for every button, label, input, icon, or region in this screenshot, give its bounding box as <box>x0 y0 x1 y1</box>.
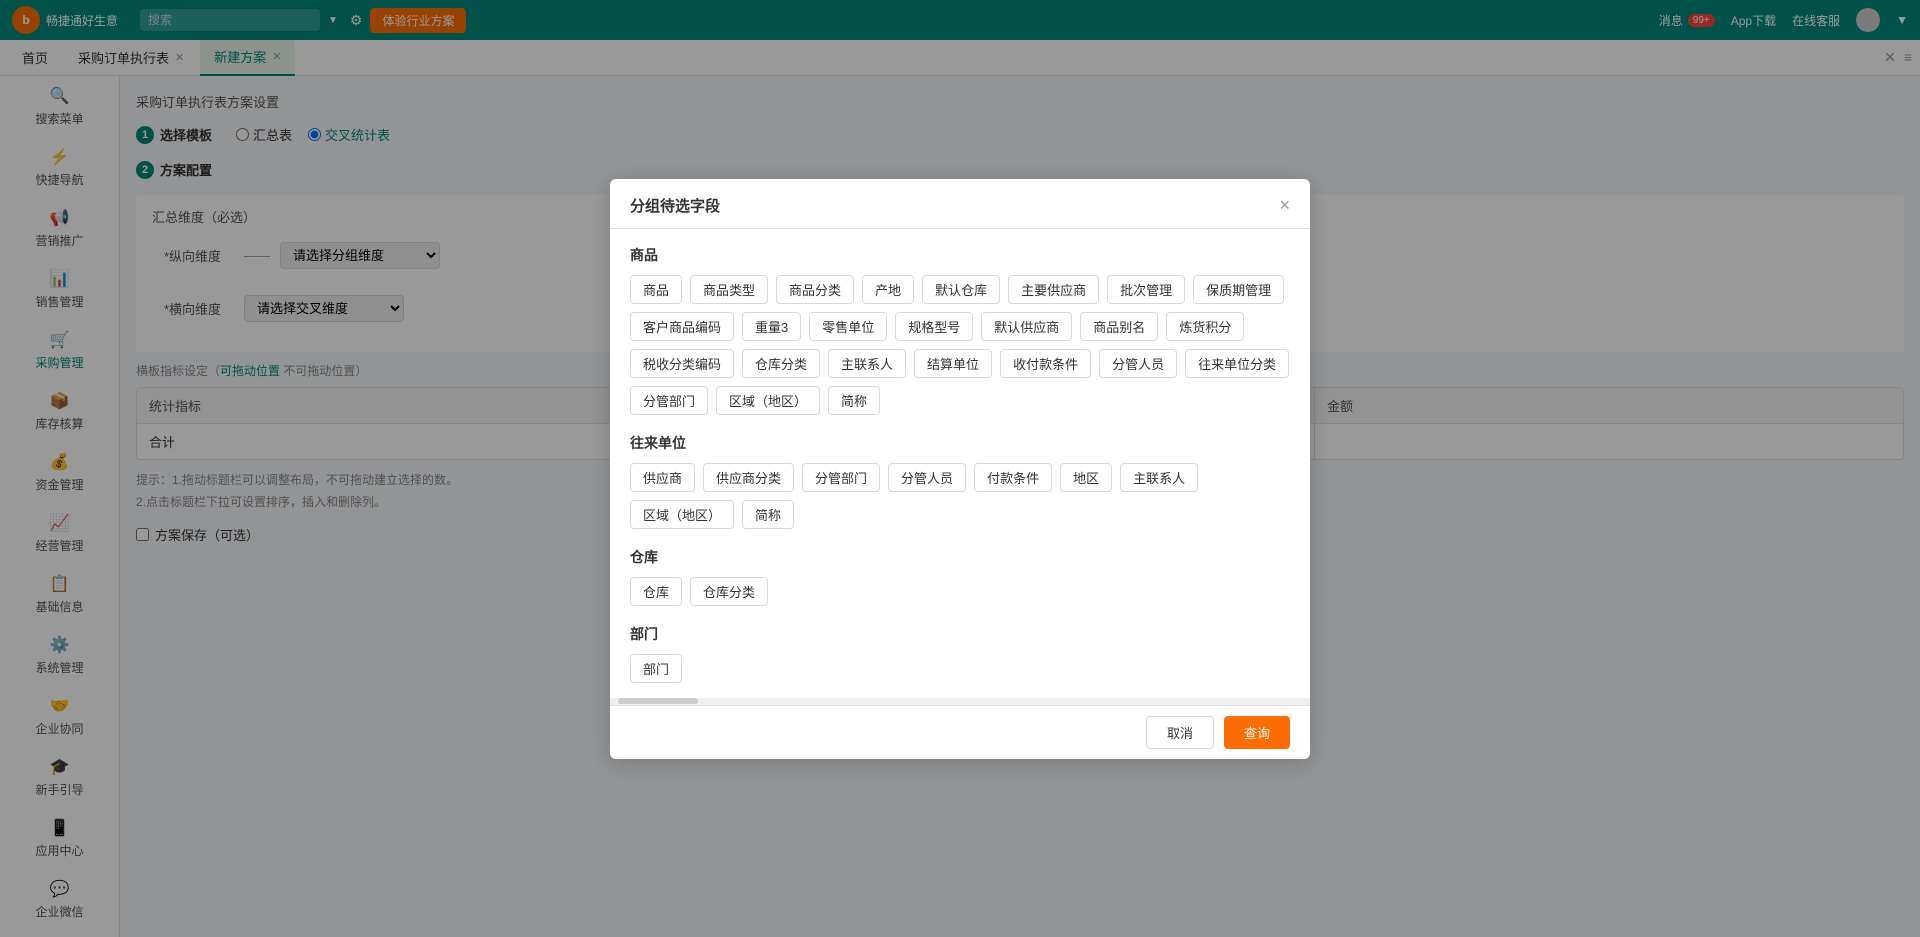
field-tag-region[interactable]: 区域（地区） <box>716 386 820 415</box>
field-group-product-title: 商品 <box>630 245 1290 265</box>
modal-dialog: 分组待选字段 × 商品 商品 商品类型 商品分类 产地 默认仓库 主要供应商 批… <box>610 179 1310 759</box>
modal-hscrollbar-thumb <box>618 698 698 704</box>
field-tag-supplier[interactable]: 供应商 <box>630 463 695 492</box>
field-tag-product-type[interactable]: 商品类型 <box>690 275 768 304</box>
field-tag-region2[interactable]: 区域（地区） <box>630 500 734 529</box>
field-tag-area[interactable]: 地区 <box>1060 463 1112 492</box>
field-tag-main-contact[interactable]: 主联系人 <box>828 349 906 378</box>
field-tag-department[interactable]: 部门 <box>630 654 682 683</box>
field-group-warehouse: 仓库 仓库 仓库分类 <box>630 547 1290 606</box>
field-tag-payment-terms[interactable]: 收付款条件 <box>1000 349 1091 378</box>
field-tag-main-contact2[interactable]: 主联系人 <box>1120 463 1198 492</box>
field-group-department-title: 部门 <box>630 624 1290 644</box>
field-tag-mgmt-dept[interactable]: 分管部门 <box>802 463 880 492</box>
field-tag-main-supplier[interactable]: 主要供应商 <box>1008 275 1099 304</box>
modal-title: 分组待选字段 <box>630 195 720 216</box>
field-tag-payment-cond[interactable]: 付款条件 <box>974 463 1052 492</box>
field-tag-short-name2[interactable]: 简称 <box>742 500 794 529</box>
modal-hscrollbar[interactable] <box>610 698 1310 705</box>
field-tag-default-supplier[interactable]: 默认供应商 <box>981 312 1072 341</box>
modal-body: 商品 商品 商品类型 商品分类 产地 默认仓库 主要供应商 批次管理 保质期管理… <box>610 229 1310 698</box>
field-tag-spec[interactable]: 规格型号 <box>895 312 973 341</box>
field-group-counterparty-title: 往来单位 <box>630 433 1290 453</box>
field-group-product: 商品 商品 商品类型 商品分类 产地 默认仓库 主要供应商 批次管理 保质期管理… <box>630 245 1290 415</box>
field-tag-dept[interactable]: 分管部门 <box>630 386 708 415</box>
field-tag-batch[interactable]: 批次管理 <box>1107 275 1185 304</box>
field-tag-mgmt-person[interactable]: 分管人员 <box>888 463 966 492</box>
field-tag-short-name[interactable]: 简称 <box>828 386 880 415</box>
field-tags-department: 部门 <box>630 654 1290 683</box>
field-tag-manager[interactable]: 分管人员 <box>1099 349 1177 378</box>
field-tags-warehouse: 仓库 仓库分类 <box>630 577 1290 606</box>
field-tag-warehouse-category[interactable]: 仓库分类 <box>690 577 768 606</box>
field-tag-customer-code[interactable]: 客户商品编码 <box>630 312 734 341</box>
cancel-button[interactable]: 取消 <box>1146 716 1214 749</box>
field-tag-counterparty-cat[interactable]: 往来单位分类 <box>1185 349 1289 378</box>
field-tag-expiry[interactable]: 保质期管理 <box>1193 275 1284 304</box>
field-tag-alias[interactable]: 商品别名 <box>1080 312 1158 341</box>
field-tag-settlement-unit[interactable]: 结算单位 <box>914 349 992 378</box>
confirm-button[interactable]: 查询 <box>1224 716 1290 749</box>
field-tag-retail-unit[interactable]: 零售单位 <box>809 312 887 341</box>
field-tag-points[interactable]: 炼货积分 <box>1166 312 1244 341</box>
modal-footer: 取消 查询 <box>610 705 1310 759</box>
field-group-counterparty: 往来单位 供应商 供应商分类 分管部门 分管人员 付款条件 地区 主联系人 区域… <box>630 433 1290 529</box>
field-tag-warehouse[interactable]: 仓库 <box>630 577 682 606</box>
field-tag-product[interactable]: 商品 <box>630 275 682 304</box>
field-tag-product-category[interactable]: 商品分类 <box>776 275 854 304</box>
field-tags-counterparty: 供应商 供应商分类 分管部门 分管人员 付款条件 地区 主联系人 区域（地区） … <box>630 463 1290 529</box>
field-tag-tax-code[interactable]: 税收分类编码 <box>630 349 734 378</box>
field-tags-product: 商品 商品类型 商品分类 产地 默认仓库 主要供应商 批次管理 保质期管理 客户… <box>630 275 1290 415</box>
modal-overlay: 分组待选字段 × 商品 商品 商品类型 商品分类 产地 默认仓库 主要供应商 批… <box>0 0 1920 937</box>
field-group-warehouse-title: 仓库 <box>630 547 1290 567</box>
field-group-department: 部门 部门 <box>630 624 1290 683</box>
modal-header: 分组待选字段 × <box>610 179 1310 229</box>
field-tag-supplier-cat[interactable]: 供应商分类 <box>703 463 794 492</box>
modal-close-btn[interactable]: × <box>1279 195 1290 216</box>
field-tag-weight[interactable]: 重量3 <box>742 312 801 341</box>
field-tag-warehouse-cat[interactable]: 仓库分类 <box>742 349 820 378</box>
field-tag-default-warehouse[interactable]: 默认仓库 <box>922 275 1000 304</box>
field-tag-origin[interactable]: 产地 <box>862 275 914 304</box>
